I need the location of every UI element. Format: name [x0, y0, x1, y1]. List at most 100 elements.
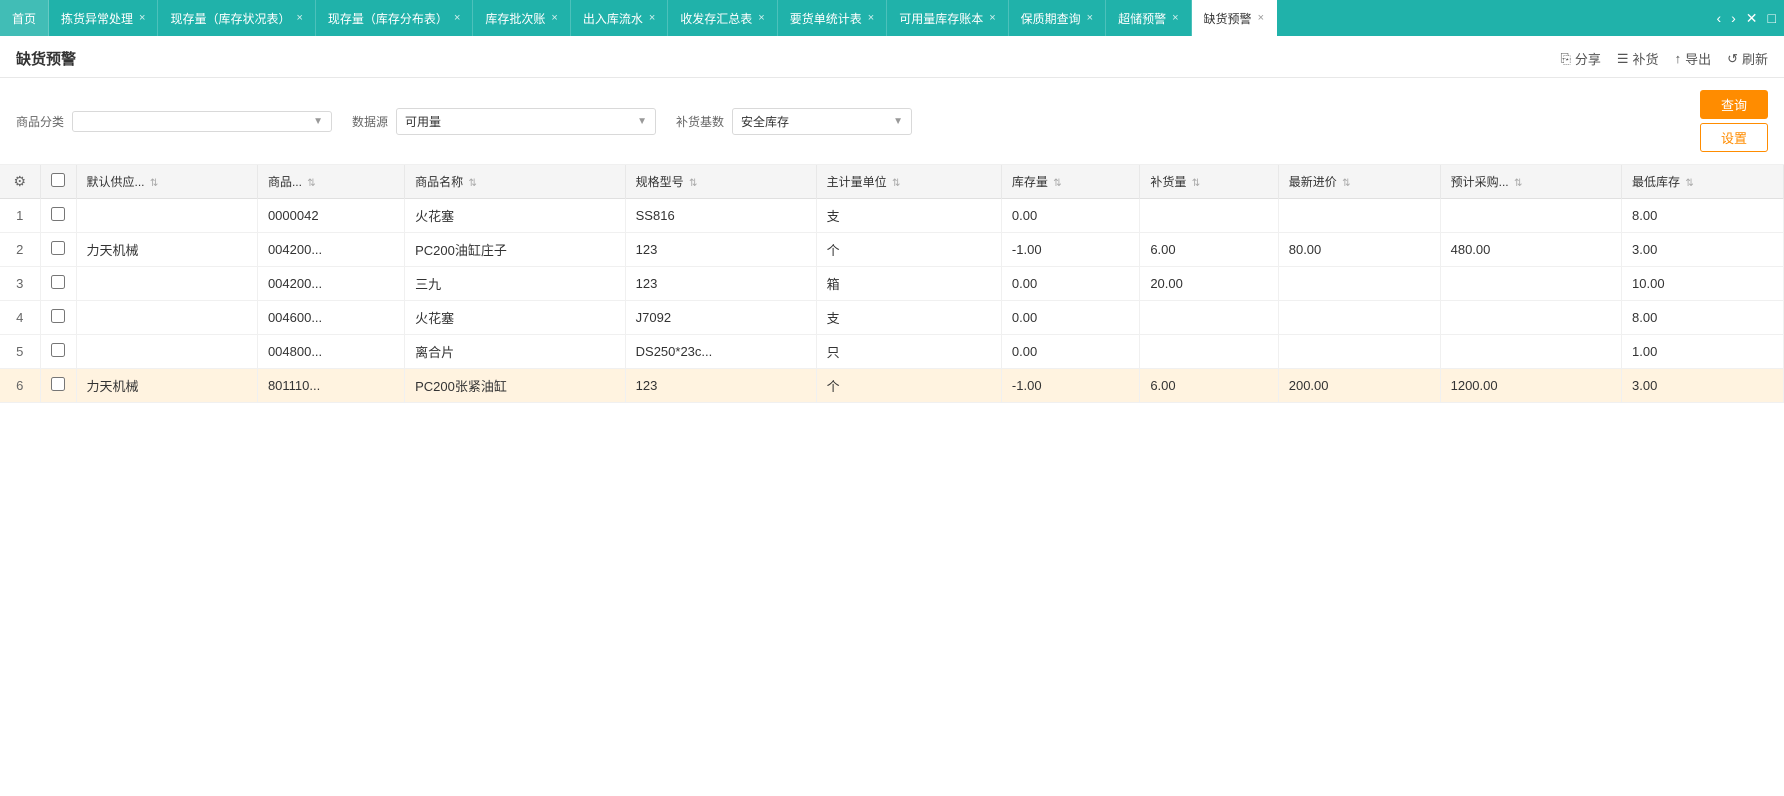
- row-checkbox-cell[interactable]: [40, 267, 76, 301]
- row-est-purchase: 1200.00: [1440, 369, 1621, 403]
- close-tab-abnormal[interactable]: ×: [139, 12, 145, 24]
- table-row[interactable]: 6 力天机械 801110... PC200张紧油缸 123 个 -1.00 6…: [0, 369, 1784, 403]
- table-row[interactable]: 2 力天机械 004200... PC200油缸庄子 123 个 -1.00 6…: [0, 233, 1784, 267]
- row-supplier: [76, 301, 257, 335]
- row-checkbox-cell[interactable]: [40, 369, 76, 403]
- row-supplier: [76, 267, 257, 301]
- row-spec: SS816: [625, 199, 816, 233]
- tab-prev-button[interactable]: ‹: [1712, 8, 1725, 28]
- col-supplier[interactable]: 默认供应... ⇅: [76, 165, 257, 199]
- row-checkbox-cell[interactable]: [40, 233, 76, 267]
- col-replenish[interactable]: 补货量 ⇅: [1140, 165, 1278, 199]
- replenish-base-value: 安全库存: [741, 113, 789, 130]
- table-row[interactable]: 5 004800... 离合片 DS250*23c... 只 0.00 1.00: [0, 335, 1784, 369]
- table-row[interactable]: 1 0000042 火花塞 SS816 支 0.00 8.00: [0, 199, 1784, 233]
- row-name: 火花塞: [405, 301, 626, 335]
- row-est-purchase: 480.00: [1440, 233, 1621, 267]
- row-index: 1: [0, 199, 40, 233]
- row-checkbox-cell[interactable]: [40, 335, 76, 369]
- spec-sort-icon: ⇅: [689, 178, 697, 189]
- tab-batch[interactable]: 库存批次账 ×: [473, 0, 570, 36]
- col-stock[interactable]: 库存量 ⇅: [1001, 165, 1139, 199]
- col-code[interactable]: 商品... ⇅: [257, 165, 404, 199]
- table-row[interactable]: 4 004600... 火花塞 J7092 支 0.00 8.00: [0, 301, 1784, 335]
- row-latest-price: [1278, 335, 1440, 369]
- row-supplier: 力天机械: [76, 369, 257, 403]
- col-gear[interactable]: ⚙: [0, 165, 40, 199]
- row-checkbox[interactable]: [51, 275, 65, 289]
- row-stock: 0.00: [1001, 335, 1139, 369]
- row-replenish: [1140, 335, 1278, 369]
- row-checkbox[interactable]: [51, 377, 65, 391]
- replenish-base-label: 补货基数: [676, 113, 724, 130]
- tab-overstock[interactable]: 超储预警 ×: [1106, 0, 1191, 36]
- row-checkbox[interactable]: [51, 207, 65, 221]
- tab-stock-dist[interactable]: 现存量（库存分布表） ×: [316, 0, 473, 36]
- row-name: 火花塞: [405, 199, 626, 233]
- col-min-stock[interactable]: 最低库存 ⇅: [1622, 165, 1784, 199]
- page-header: 缺货预警 ⎘ 分享 ☰ 补货 ↑ 导出 ↺ 刷新: [0, 36, 1784, 78]
- select-all-checkbox[interactable]: [51, 173, 65, 187]
- row-index: 2: [0, 233, 40, 267]
- row-index: 3: [0, 267, 40, 301]
- export-button[interactable]: ↑ 导出: [1675, 49, 1712, 68]
- tab-expiry[interactable]: 保质期查询 ×: [1009, 0, 1106, 36]
- settings-button[interactable]: 设置: [1700, 123, 1768, 152]
- row-checkbox-cell[interactable]: [40, 301, 76, 335]
- close-tab-stock-status[interactable]: ×: [296, 12, 302, 24]
- row-replenish: 6.00: [1140, 369, 1278, 403]
- category-select[interactable]: ▼: [72, 111, 332, 132]
- row-est-purchase: [1440, 301, 1621, 335]
- close-tab-batch[interactable]: ×: [551, 12, 557, 24]
- row-spec: 123: [625, 233, 816, 267]
- row-replenish: [1140, 301, 1278, 335]
- refresh-button[interactable]: ↺ 刷新: [1727, 49, 1768, 68]
- query-button[interactable]: 查询: [1700, 90, 1768, 119]
- tab-available[interactable]: 可用量库存账本 ×: [887, 0, 1008, 36]
- row-replenish: [1140, 199, 1278, 233]
- tab-stock-status[interactable]: 现存量（库存状况表） ×: [158, 0, 315, 36]
- tab-abnormal[interactable]: 拣货异常处理 ×: [49, 0, 158, 36]
- row-checkbox-cell[interactable]: [40, 199, 76, 233]
- close-tab-overstock[interactable]: ×: [1172, 12, 1178, 24]
- tab-receive[interactable]: 收发存汇总表 ×: [668, 0, 777, 36]
- tab-close-button[interactable]: ✕: [1742, 8, 1762, 29]
- tab-requisition[interactable]: 要货单统计表 ×: [778, 0, 887, 36]
- filter-bar: 商品分类 ▼ 数据源 可用量 ▼ 补货基数 安全库存 ▼ 查询 设置: [0, 78, 1784, 165]
- tab-expand-button[interactable]: □: [1764, 8, 1780, 28]
- close-tab-inout[interactable]: ×: [649, 12, 655, 24]
- close-tab-shortage[interactable]: ×: [1258, 12, 1264, 24]
- share-button[interactable]: ⎘ 分享: [1560, 49, 1600, 68]
- close-tab-requisition[interactable]: ×: [868, 12, 874, 24]
- close-tab-available[interactable]: ×: [989, 12, 995, 24]
- col-name[interactable]: 商品名称 ⇅: [405, 165, 626, 199]
- tab-inout[interactable]: 出入库流水 ×: [571, 0, 668, 36]
- gear-icon[interactable]: ⚙: [13, 173, 26, 189]
- tab-next-button[interactable]: ›: [1727, 8, 1740, 28]
- row-checkbox[interactable]: [51, 241, 65, 255]
- row-replenish: 20.00: [1140, 267, 1278, 301]
- close-tab-receive[interactable]: ×: [758, 12, 764, 24]
- tab-shortage[interactable]: 缺货预警 ×: [1192, 0, 1277, 36]
- row-unit: 支: [816, 301, 1001, 335]
- close-tab-expiry[interactable]: ×: [1087, 12, 1093, 24]
- replenish-base-select[interactable]: 安全库存 ▼: [732, 108, 912, 135]
- table-body: 1 0000042 火花塞 SS816 支 0.00 8.00 2 力天机械 0…: [0, 199, 1784, 403]
- col-latest-price[interactable]: 最新进价 ⇅: [1278, 165, 1440, 199]
- row-checkbox[interactable]: [51, 309, 65, 323]
- replenish-button[interactable]: ☰ 补货: [1617, 49, 1659, 68]
- datasource-select[interactable]: 可用量 ▼: [396, 108, 656, 135]
- row-supplier: [76, 199, 257, 233]
- close-tab-stock-dist[interactable]: ×: [454, 12, 460, 24]
- tab-home[interactable]: 首页: [0, 0, 49, 36]
- col-unit[interactable]: 主计量单位 ⇅: [816, 165, 1001, 199]
- col-spec[interactable]: 规格型号 ⇅: [625, 165, 816, 199]
- table-header-row: ⚙ 默认供应... ⇅ 商品... ⇅ 商品名称 ⇅: [0, 165, 1784, 199]
- share-icon: ⎘: [1560, 51, 1570, 67]
- row-unit: 箱: [816, 267, 1001, 301]
- code-sort-icon: ⇅: [307, 178, 315, 189]
- row-checkbox[interactable]: [51, 343, 65, 357]
- unit-sort-icon: ⇅: [892, 178, 900, 189]
- table-row[interactable]: 3 004200... 三九 123 箱 0.00 20.00 10.00: [0, 267, 1784, 301]
- col-est-purchase[interactable]: 预计采购... ⇅: [1440, 165, 1621, 199]
